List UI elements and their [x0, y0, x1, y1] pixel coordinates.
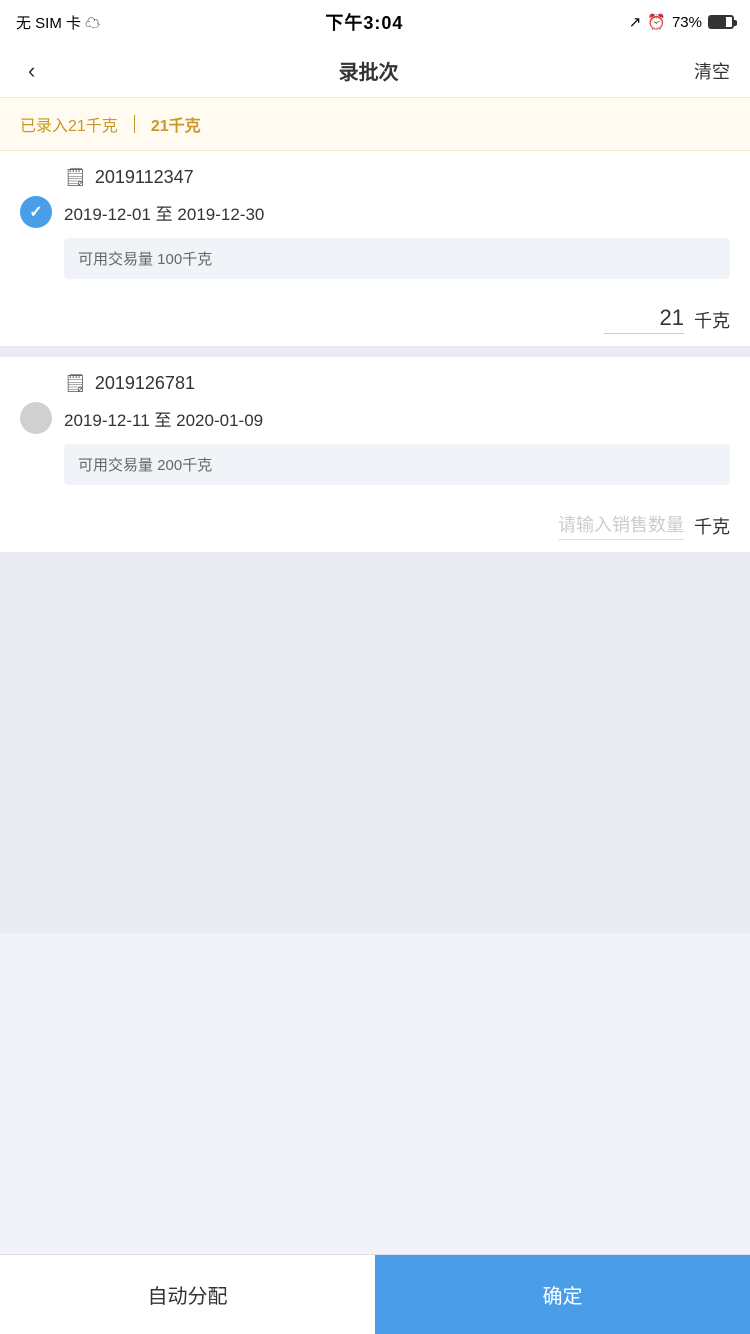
batch1-qty-value: 21: [660, 305, 684, 331]
batch1-icon: 🗒: [64, 167, 87, 188]
batch1-available-text: 可用交易量 100千克: [78, 251, 212, 268]
battery-text: 73%: [672, 14, 702, 31]
batch1-id-row: 🗒 2019112347: [64, 167, 730, 188]
batch2-date: 2019-12-11 至 2020-01-09: [64, 406, 263, 431]
clear-button[interactable]: 清空: [694, 58, 730, 84]
nav-bar: ‹ 录批次 清空: [0, 44, 750, 98]
battery-icon: [708, 15, 734, 29]
section-divider: [0, 347, 750, 357]
recorded-amount: 已录入21千克: [20, 112, 118, 136]
batch1-unit: 千克: [694, 307, 730, 333]
batch1-date-row[interactable]: ✓ 2019-12-01 至 2019-12-30: [20, 196, 730, 228]
batch1-available: 可用交易量 100千克: [64, 238, 730, 279]
batch2-id: 2019126781: [95, 373, 195, 394]
status-bar: 无 SIM 卡 ☁ 下午3:04 ↗ ⏰ 73%: [0, 0, 750, 44]
batch2-qty-row: 请输入销售数量 千克: [0, 499, 750, 553]
batch-card-2: 🗒 2019126781 2019-12-11 至 2020-01-09 可用交…: [0, 357, 750, 499]
no-sim-text: 无 SIM 卡 ☁: [16, 12, 100, 33]
status-time: 下午3:04: [325, 9, 403, 35]
alarm-icon: ⏰: [647, 13, 666, 31]
batch2-unit: 千克: [694, 513, 730, 539]
auto-distribute-button[interactable]: 自动分配: [0, 1255, 375, 1334]
total-amount: 21千克: [151, 112, 201, 136]
batch2-available: 可用交易量 200千克: [64, 444, 730, 485]
confirm-button[interactable]: 确定: [375, 1255, 750, 1334]
status-right: ↗ ⏰ 73%: [629, 13, 734, 31]
status-left: 无 SIM 卡 ☁: [16, 12, 100, 33]
batch-card-1: 🗒 2019112347 ✓ 2019-12-01 至 2019-12-30 可…: [0, 151, 750, 293]
batch2-id-row: 🗒 2019126781: [64, 373, 730, 394]
batch2-qty-placeholder: 请输入销售数量: [558, 515, 684, 535]
back-button[interactable]: ‹: [20, 54, 43, 88]
page-title: 录批次: [339, 56, 399, 85]
batch1-id: 2019112347: [95, 167, 194, 188]
batch2-date-row[interactable]: 2019-12-11 至 2020-01-09: [20, 402, 730, 434]
location-icon: ↗: [629, 13, 642, 31]
batch2-icon: 🗒: [64, 373, 87, 394]
empty-area: [0, 553, 750, 933]
batch1-qty-display[interactable]: 21: [604, 305, 684, 334]
batch1-date: 2019-12-01 至 2019-12-30: [64, 200, 264, 225]
bottom-bar: 自动分配 确定: [0, 1254, 750, 1334]
checkmark-icon: ✓: [29, 202, 42, 222]
batch2-checkbox[interactable]: [20, 402, 52, 434]
batch2-qty-input[interactable]: 请输入销售数量: [558, 511, 684, 540]
batch2-available-text: 可用交易量 200千克: [78, 457, 212, 474]
summary-banner: 已录入21千克 21千克: [0, 98, 750, 151]
batch1-checkbox[interactable]: ✓: [20, 196, 52, 228]
summary-divider: [134, 115, 135, 133]
batch1-qty-row: 21 千克: [0, 293, 750, 347]
